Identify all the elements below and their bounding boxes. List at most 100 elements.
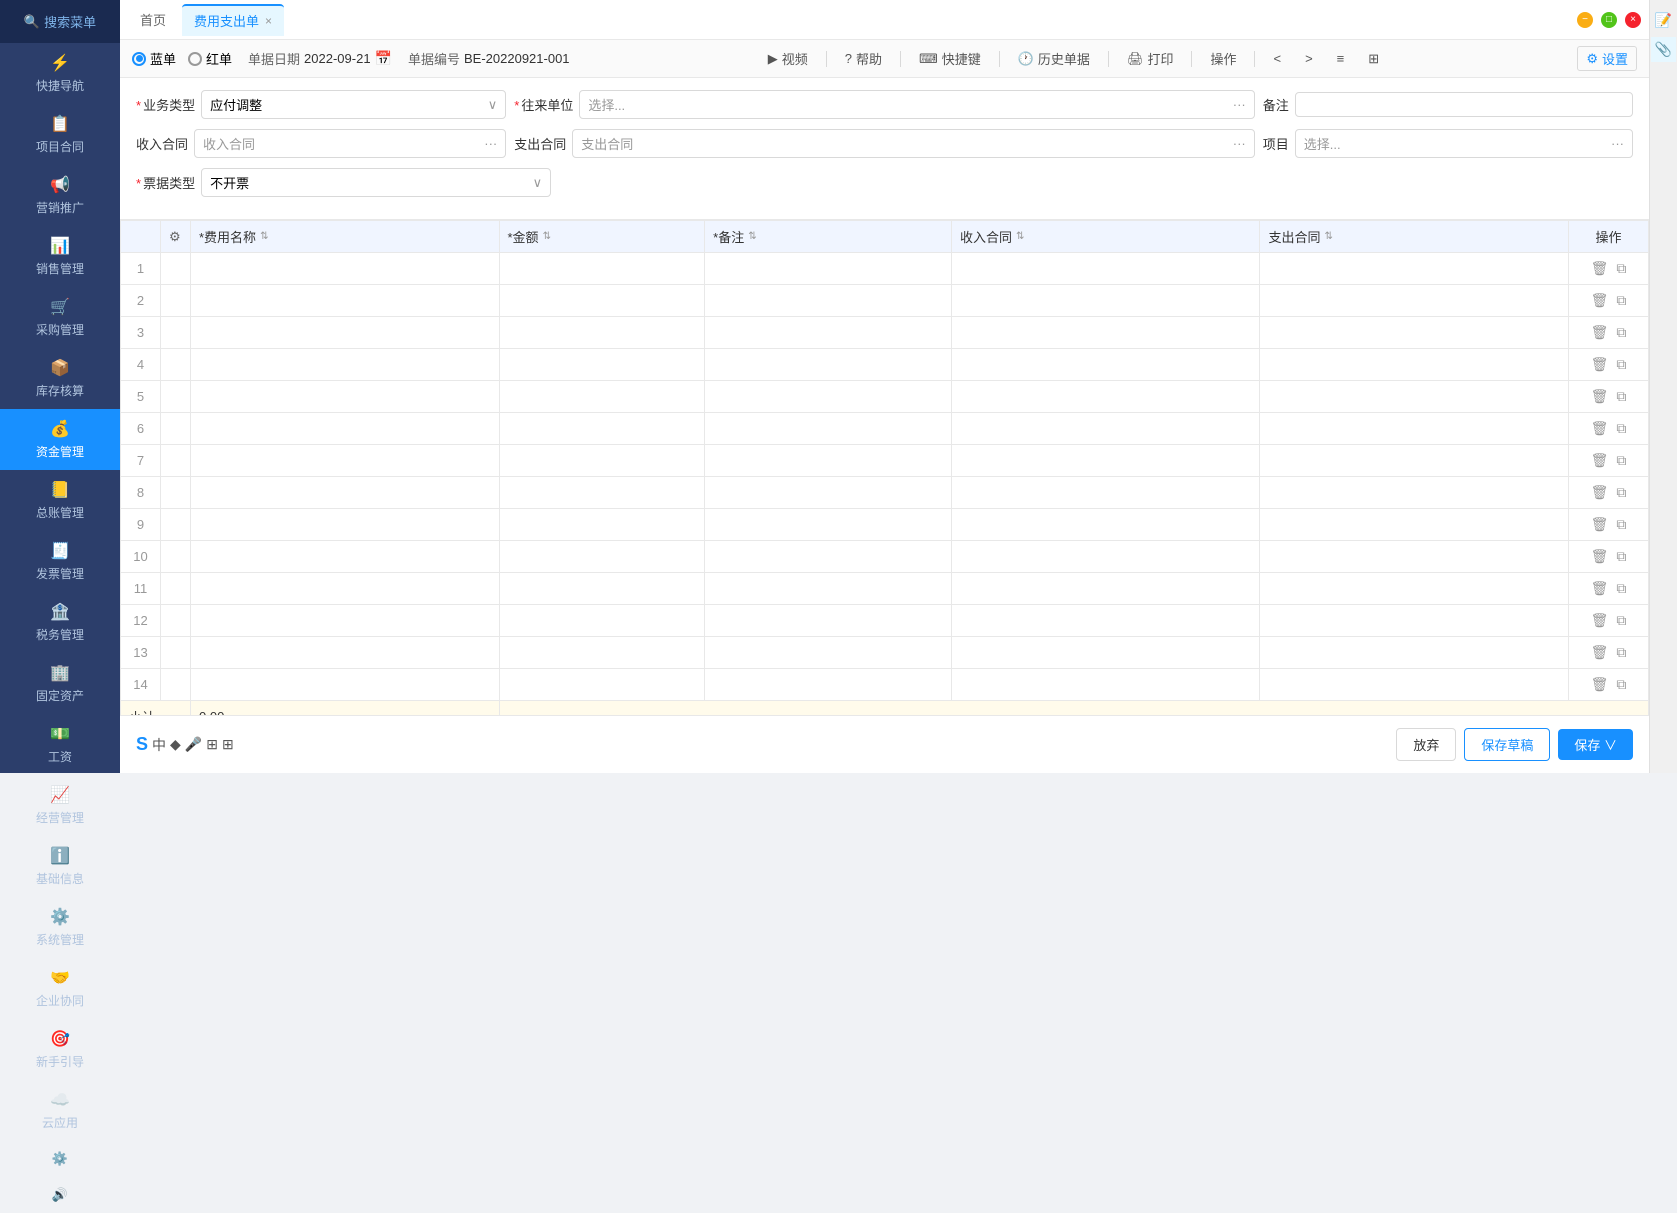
sidebar-item-payroll[interactable]: 💵 工资	[0, 714, 120, 775]
row-remark-cell[interactable]	[705, 349, 952, 381]
row-income-contract-cell[interactable]	[951, 349, 1260, 381]
row-amount-cell[interactable]	[499, 285, 705, 317]
shortcut-btn[interactable]: ⌨ 快捷键	[913, 47, 987, 70]
row-income-contract-cell[interactable]	[951, 605, 1260, 637]
sidebar-item-operations[interactable]: 📈 经营管理	[0, 775, 120, 836]
row-expense-name-cell[interactable]	[191, 413, 500, 445]
row-copy-icon[interactable]: ⧉	[1616, 420, 1626, 437]
sidebar-item-system[interactable]: ⚙️ 系统管理	[0, 897, 120, 958]
income-contract-select[interactable]: 收入合同 ···	[194, 129, 506, 158]
sidebar-volume-btn[interactable]: 🔊	[0, 1177, 120, 1213]
row-expense-contract-cell[interactable]	[1260, 445, 1569, 477]
logo-icon-mic[interactable]: 🎤	[185, 736, 202, 753]
row-expense-name-cell[interactable]	[191, 605, 500, 637]
row-amount-cell[interactable]	[499, 541, 705, 573]
table-settings-icon[interactable]: ⚙	[169, 229, 181, 244]
row-expense-contract-cell[interactable]	[1260, 573, 1569, 605]
row-copy-icon[interactable]: ⧉	[1616, 548, 1626, 565]
project-select[interactable]: 选择... ···	[1295, 129, 1633, 158]
row-expense-name-cell[interactable]	[191, 637, 500, 669]
row-expense-contract-cell[interactable]	[1260, 477, 1569, 509]
row-remark-cell[interactable]	[705, 669, 952, 701]
row-delete-icon[interactable]: 🗑	[1591, 548, 1609, 565]
sidebar-item-tax[interactable]: 🏦 税务管理	[0, 592, 120, 653]
row-expense-name-cell[interactable]	[191, 285, 500, 317]
row-amount-cell[interactable]	[499, 573, 705, 605]
row-amount-cell[interactable]	[499, 509, 705, 541]
counterpart-select[interactable]: 选择... ···	[579, 90, 1254, 119]
row-amount-cell[interactable]	[499, 669, 705, 701]
tab-expense[interactable]: 费用支出单 ×	[182, 4, 284, 36]
row-remark-cell[interactable]	[705, 445, 952, 477]
logo-icon-zhong[interactable]: 中	[152, 735, 166, 755]
row-copy-icon[interactable]: ⧉	[1616, 644, 1626, 661]
row-delete-icon[interactable]: 🗑	[1591, 484, 1609, 501]
row-income-contract-cell[interactable]	[951, 285, 1260, 317]
expense-contract-select[interactable]: 支出合同 ···	[572, 129, 1254, 158]
row-expense-contract-cell[interactable]	[1260, 285, 1569, 317]
sidebar-item-project-contract[interactable]: 📋 项目合同	[0, 104, 120, 165]
row-remark-cell[interactable]	[705, 541, 952, 573]
save-button[interactable]: 保存 ∨	[1558, 729, 1633, 760]
sidebar-item-capital[interactable]: 💰 资金管理	[0, 409, 120, 470]
settings-btn[interactable]: ⚙ 设置	[1577, 46, 1637, 71]
video-btn[interactable]: ▶ 视频	[762, 47, 814, 70]
sidebar-item-cloud-apps[interactable]: ☁️ 云应用	[0, 1080, 120, 1141]
row-expense-contract-cell[interactable]	[1260, 605, 1569, 637]
th-expense-contract-sort[interactable]: 支出合同 ⇅	[1268, 227, 1560, 246]
row-delete-icon[interactable]: 🗑	[1591, 644, 1609, 661]
row-delete-icon[interactable]: 🗑	[1591, 388, 1609, 405]
right-edit-icon[interactable]: 📝	[1651, 8, 1676, 33]
row-expense-name-cell[interactable]	[191, 349, 500, 381]
row-expense-contract-cell[interactable]	[1260, 253, 1569, 285]
row-delete-icon[interactable]: 🗑	[1591, 612, 1609, 629]
row-remark-cell[interactable]	[705, 381, 952, 413]
sidebar-item-quick-nav[interactable]: ⚡ 快捷导航	[0, 43, 120, 104]
row-income-contract-cell[interactable]	[951, 253, 1260, 285]
window-minimize-btn[interactable]: −	[1577, 12, 1593, 28]
row-income-contract-cell[interactable]	[951, 381, 1260, 413]
save-draft-button[interactable]: 保存草稿	[1464, 728, 1550, 761]
row-copy-icon[interactable]: ⧉	[1616, 452, 1626, 469]
sidebar-item-procurement[interactable]: 🛒 采购管理	[0, 287, 120, 348]
row-expense-contract-cell[interactable]	[1260, 541, 1569, 573]
row-amount-cell[interactable]	[499, 381, 705, 413]
row-income-contract-cell[interactable]	[951, 445, 1260, 477]
row-expense-name-cell[interactable]	[191, 477, 500, 509]
logo-icon-grid2[interactable]: ⊞	[222, 736, 234, 753]
sidebar-item-basic-info[interactable]: ℹ️ 基础信息	[0, 836, 120, 897]
row-delete-icon[interactable]: 🗑	[1591, 452, 1609, 469]
row-copy-icon[interactable]: ⧉	[1616, 292, 1626, 309]
action-btn[interactable]: 操作	[1204, 47, 1242, 70]
calendar-icon[interactable]: 📅	[375, 50, 392, 67]
row-amount-cell[interactable]	[499, 317, 705, 349]
sidebar-item-enterprise[interactable]: 🤝 企业协同	[0, 958, 120, 1019]
row-remark-cell[interactable]	[705, 413, 952, 445]
row-copy-icon[interactable]: ⧉	[1616, 516, 1626, 533]
view-list-btn[interactable]: ≡	[1331, 49, 1351, 68]
row-income-contract-cell[interactable]	[951, 637, 1260, 669]
sidebar-search[interactable]: 🔍 搜索菜单	[0, 0, 120, 43]
sidebar-item-inventory[interactable]: 📦 库存核算	[0, 348, 120, 409]
row-copy-icon[interactable]: ⧉	[1616, 580, 1626, 597]
view-grid-btn[interactable]: ⊞	[1362, 49, 1385, 69]
row-delete-icon[interactable]: 🗑	[1591, 292, 1609, 309]
row-delete-icon[interactable]: 🗑	[1591, 420, 1609, 437]
row-income-contract-cell[interactable]	[951, 669, 1260, 701]
invoice-type-select[interactable]: 不开票 ∨	[201, 168, 551, 197]
row-remark-cell[interactable]	[705, 253, 952, 285]
row-expense-name-cell[interactable]	[191, 509, 500, 541]
row-remark-cell[interactable]	[705, 317, 952, 349]
row-delete-icon[interactable]: 🗑	[1591, 676, 1609, 693]
row-remark-cell[interactable]	[705, 285, 952, 317]
row-expense-contract-cell[interactable]	[1260, 317, 1569, 349]
row-expense-name-cell[interactable]	[191, 253, 500, 285]
row-income-contract-cell[interactable]	[951, 317, 1260, 349]
row-delete-icon[interactable]: 🗑	[1591, 356, 1609, 373]
row-remark-cell[interactable]	[705, 637, 952, 669]
row-amount-cell[interactable]	[499, 253, 705, 285]
row-copy-icon[interactable]: ⧉	[1616, 676, 1626, 693]
row-income-contract-cell[interactable]	[951, 573, 1260, 605]
row-expense-name-cell[interactable]	[191, 317, 500, 349]
history-btn[interactable]: 🕐 历史单据	[1012, 47, 1096, 70]
